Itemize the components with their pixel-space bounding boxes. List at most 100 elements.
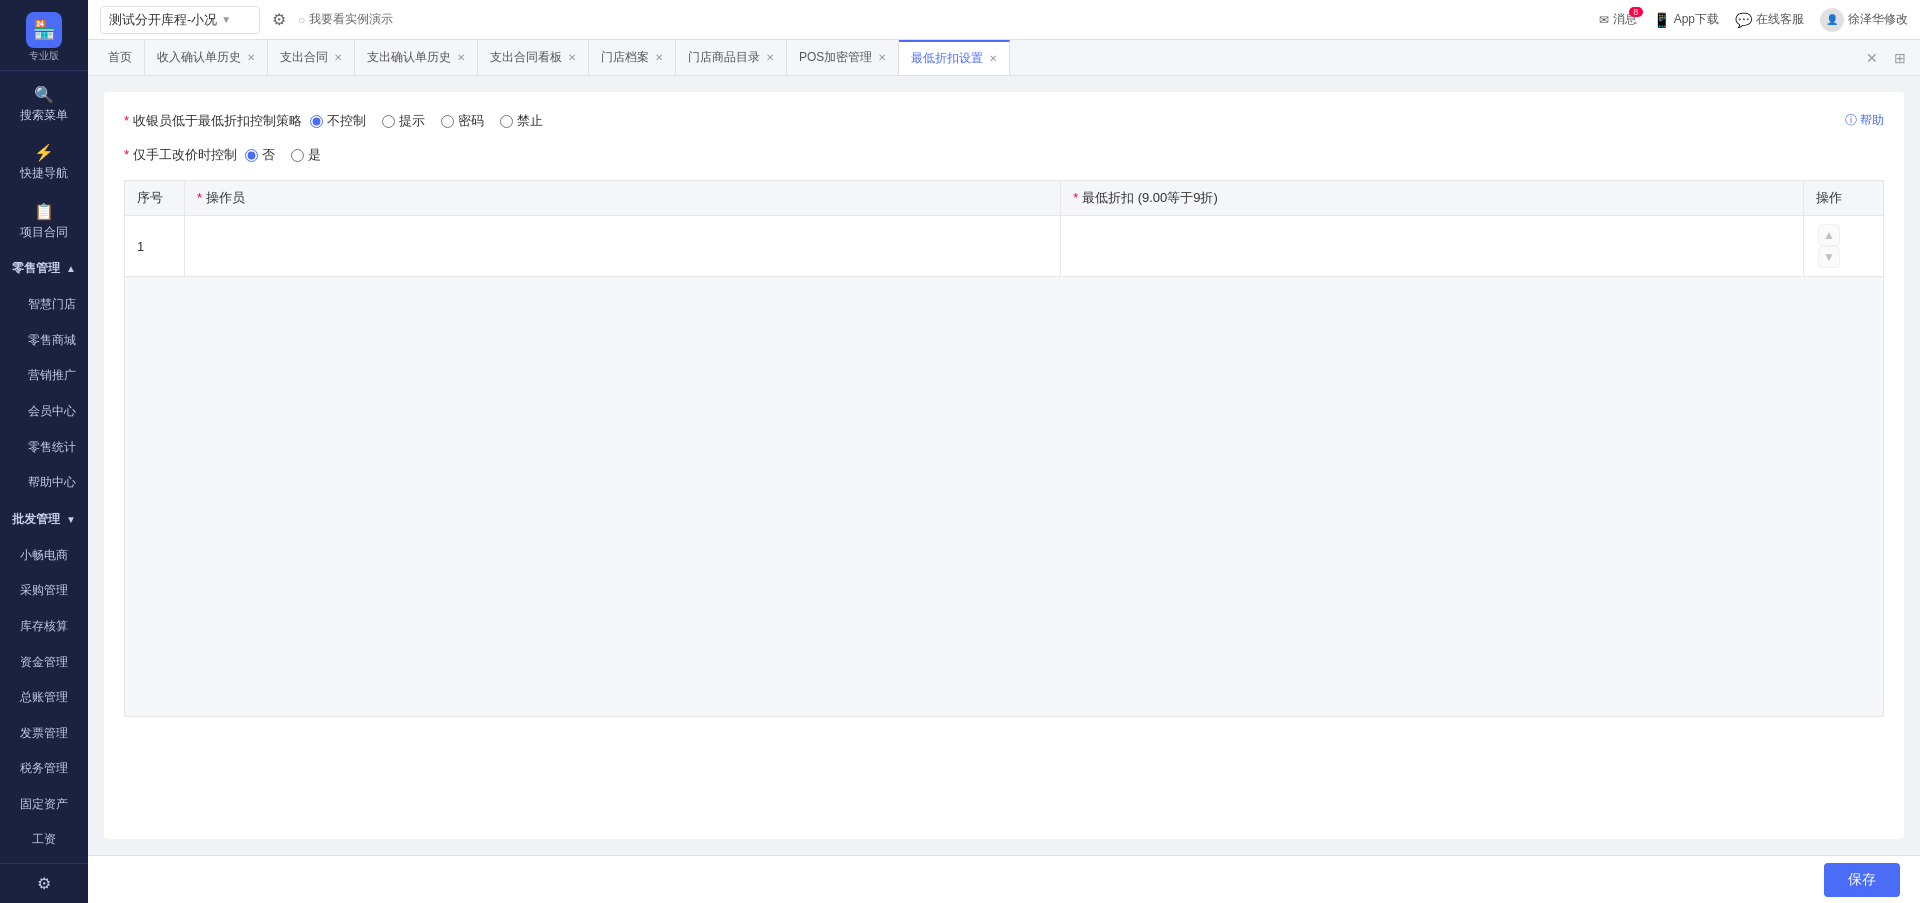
row-move-up-button[interactable]: ▲ <box>1818 224 1840 246</box>
tab-payment-confirm-close-icon[interactable]: ✕ <box>457 52 465 63</box>
col-seq: 序号 <box>125 181 185 216</box>
app-download-label: App下载 <box>1674 11 1719 28</box>
sidebar-settings-icon[interactable]: ⚙ <box>37 874 51 893</box>
tab-pos-password-close-icon[interactable]: ✕ <box>878 52 886 63</box>
sidebar-item-member-center[interactable]: 会员中心 <box>0 394 88 430</box>
tab-store-file-close-icon[interactable]: ✕ <box>655 52 663 63</box>
policy-radio-forbid[interactable] <box>500 115 513 128</box>
sidebar-item-marketing[interactable]: 营销推广 <box>0 358 88 394</box>
sidebar-item-label: 税务管理 <box>20 761 68 777</box>
sidebar-item-label: 发票管理 <box>20 726 68 742</box>
tab-payment-board[interactable]: 支出合同看板 ✕ <box>478 40 589 76</box>
tab-payment-board-label: 支出合同看板 <box>490 49 562 66</box>
table-header-row: 序号 * 操作员 * 最低折扣 (9.00等于9折) 操作 <box>125 181 1884 216</box>
project-selector[interactable]: 测试分开库程-小况 ▼ <box>100 6 260 34</box>
tab-min-discount[interactable]: 最低折扣设置 ✕ <box>899 40 1010 76</box>
policy-radio-remind[interactable] <box>382 115 395 128</box>
topbar-demo-link[interactable]: ○ 我要看实例演示 <box>298 11 393 28</box>
topbar-settings-button[interactable]: ⚙ <box>268 6 290 33</box>
policy-option-forbid[interactable]: 禁止 <box>500 112 543 130</box>
topbar-message-button[interactable]: ✉ 消息 8 <box>1599 11 1637 28</box>
tab-income-confirm[interactable]: 收入确认单历史 ✕ <box>145 40 268 76</box>
sidebar-item-smart-store[interactable]: 智慧门店 <box>0 287 88 323</box>
sidebar-item-label: 帮助中心 <box>28 475 76 491</box>
policy-radio-no-control[interactable] <box>310 115 323 128</box>
table-row: 1 ▲ ▼ <box>125 216 1884 277</box>
sidebar-item-label: 快捷导航 <box>20 166 68 182</box>
sidebar-item-project-contract[interactable]: 📋 项目合同 <box>0 192 88 250</box>
tab-home[interactable]: 首页 <box>96 40 145 76</box>
tab-payment-contract[interactable]: 支出合同 ✕ <box>268 40 355 76</box>
tab-pos-password-label: POS加密管理 <box>799 49 872 66</box>
sidebar-item-inventory-calc[interactable]: 库存核算 <box>0 609 88 645</box>
topbar-app-download[interactable]: 📱 App下载 <box>1653 11 1719 28</box>
online-service-label: 在线客服 <box>1756 11 1804 28</box>
tab-payment-board-close-icon[interactable]: ✕ <box>568 52 576 63</box>
topbar-user-menu[interactable]: 👤 徐泽华修改 <box>1820 8 1908 32</box>
tab-more-button[interactable]: ⊞ <box>1888 48 1912 68</box>
policy-option-remind[interactable]: 提示 <box>382 112 425 130</box>
tab-payment-contract-label: 支出合同 <box>280 49 328 66</box>
tabs-bar: 首页 收入确认单历史 ✕ 支出合同 ✕ 支出确认单历史 ✕ 支出合同看板 ✕ 门… <box>88 40 1920 76</box>
tab-payment-confirm[interactable]: 支出确认单历史 ✕ <box>355 40 478 76</box>
sidebar-item-fixed-assets[interactable]: 固定资产 <box>0 787 88 823</box>
sidebar-item-retail-stats[interactable]: 零售统计 <box>0 430 88 466</box>
sidebar-item-fund-management[interactable]: 资金管理 <box>0 645 88 681</box>
sidebar-item-ledger-management[interactable]: 总账管理 <box>0 680 88 716</box>
manual-control-label: 仅手工改价时控制 <box>124 146 237 164</box>
demo-label: 我要看实例演示 <box>309 11 393 28</box>
col-operator: * 操作员 <box>185 181 1061 216</box>
col-min-discount: * 最低折扣 (9.00等于9折) <box>1061 181 1804 216</box>
sidebar-item-tax-management[interactable]: 税务管理 <box>0 751 88 787</box>
tab-store-file-label: 门店档案 <box>601 49 649 66</box>
cell-min-discount[interactable] <box>1061 216 1804 277</box>
tab-store-products[interactable]: 门店商品目录 ✕ <box>676 40 787 76</box>
sidebar-item-payroll[interactable]: 工资 <box>0 822 88 858</box>
quick-nav-icon: ⚡ <box>34 143 54 164</box>
sidebar-item-purchase-management[interactable]: 采购管理 <box>0 573 88 609</box>
sidebar-item-ecommerce[interactable]: 小畅电商 <box>0 538 88 574</box>
sidebar-item-retail-mall[interactable]: 零售商城 <box>0 323 88 359</box>
sidebar-item-label: 库存核算 <box>20 619 68 635</box>
project-contract-icon: 📋 <box>34 202 54 223</box>
sidebar-item-wholesale-management[interactable]: 批发管理 ▼ <box>0 501 88 538</box>
help-link[interactable]: ⓘ 帮助 <box>1845 112 1884 129</box>
manual-option-no[interactable]: 否 <box>245 146 275 164</box>
tab-pos-password[interactable]: POS加密管理 ✕ <box>787 40 899 76</box>
sidebar-item-help-center[interactable]: 帮助中心 <box>0 465 88 501</box>
cell-operator[interactable] <box>185 216 1061 277</box>
wholesale-arrow-icon: ▼ <box>66 514 76 525</box>
main-area: 测试分开库程-小况 ▼ ⚙ ○ 我要看实例演示 ✉ 消息 8 📱 App下载 💬… <box>88 0 1920 903</box>
sidebar-item-quick-nav[interactable]: ⚡ 快捷导航 <box>0 133 88 191</box>
sidebar-logo: 🏪 专业版 <box>0 0 88 71</box>
retail-management-arrow-icon: ▲ <box>66 263 76 274</box>
policy-option-password[interactable]: 密码 <box>441 112 484 130</box>
tab-store-products-close-icon[interactable]: ✕ <box>766 52 774 63</box>
manual-option-no-label: 否 <box>262 146 275 164</box>
topbar-online-service[interactable]: 💬 在线客服 <box>1735 11 1804 28</box>
tab-store-file[interactable]: 门店档案 ✕ <box>589 40 676 76</box>
tab-close-all-button[interactable]: ✕ <box>1860 48 1884 68</box>
tab-income-confirm-close-icon[interactable]: ✕ <box>247 52 255 63</box>
sidebar-item-retail-management[interactable]: 零售管理 ▲ <box>0 250 88 287</box>
policy-radio-group: 不控制 提示 密码 禁止 <box>310 112 543 130</box>
save-button[interactable]: 保存 <box>1824 863 1900 897</box>
policy-option-password-label: 密码 <box>458 112 484 130</box>
tab-payment-contract-close-icon[interactable]: ✕ <box>334 52 342 63</box>
tab-payment-confirm-label: 支出确认单历史 <box>367 49 451 66</box>
row-move-down-button[interactable]: ▼ <box>1818 246 1840 268</box>
policy-radio-password[interactable] <box>441 115 454 128</box>
app-version-label: 专业版 <box>29 50 59 62</box>
manual-option-yes[interactable]: 是 <box>291 146 321 164</box>
sidebar-item-label: 固定资产 <box>20 797 68 813</box>
tab-home-label: 首页 <box>108 49 132 66</box>
tab-min-discount-label: 最低折扣设置 <box>911 50 983 67</box>
cell-seq: 1 <box>125 216 185 277</box>
manual-radio-no[interactable] <box>245 149 258 162</box>
tab-min-discount-close-icon[interactable]: ✕ <box>989 53 997 64</box>
policy-option-no-control[interactable]: 不控制 <box>310 112 366 130</box>
sidebar-item-search-menu[interactable]: 🔍 搜索菜单 <box>0 75 88 133</box>
sidebar-item-invoice-management[interactable]: 发票管理 <box>0 716 88 752</box>
tab-store-products-label: 门店商品目录 <box>688 49 760 66</box>
manual-radio-yes[interactable] <box>291 149 304 162</box>
